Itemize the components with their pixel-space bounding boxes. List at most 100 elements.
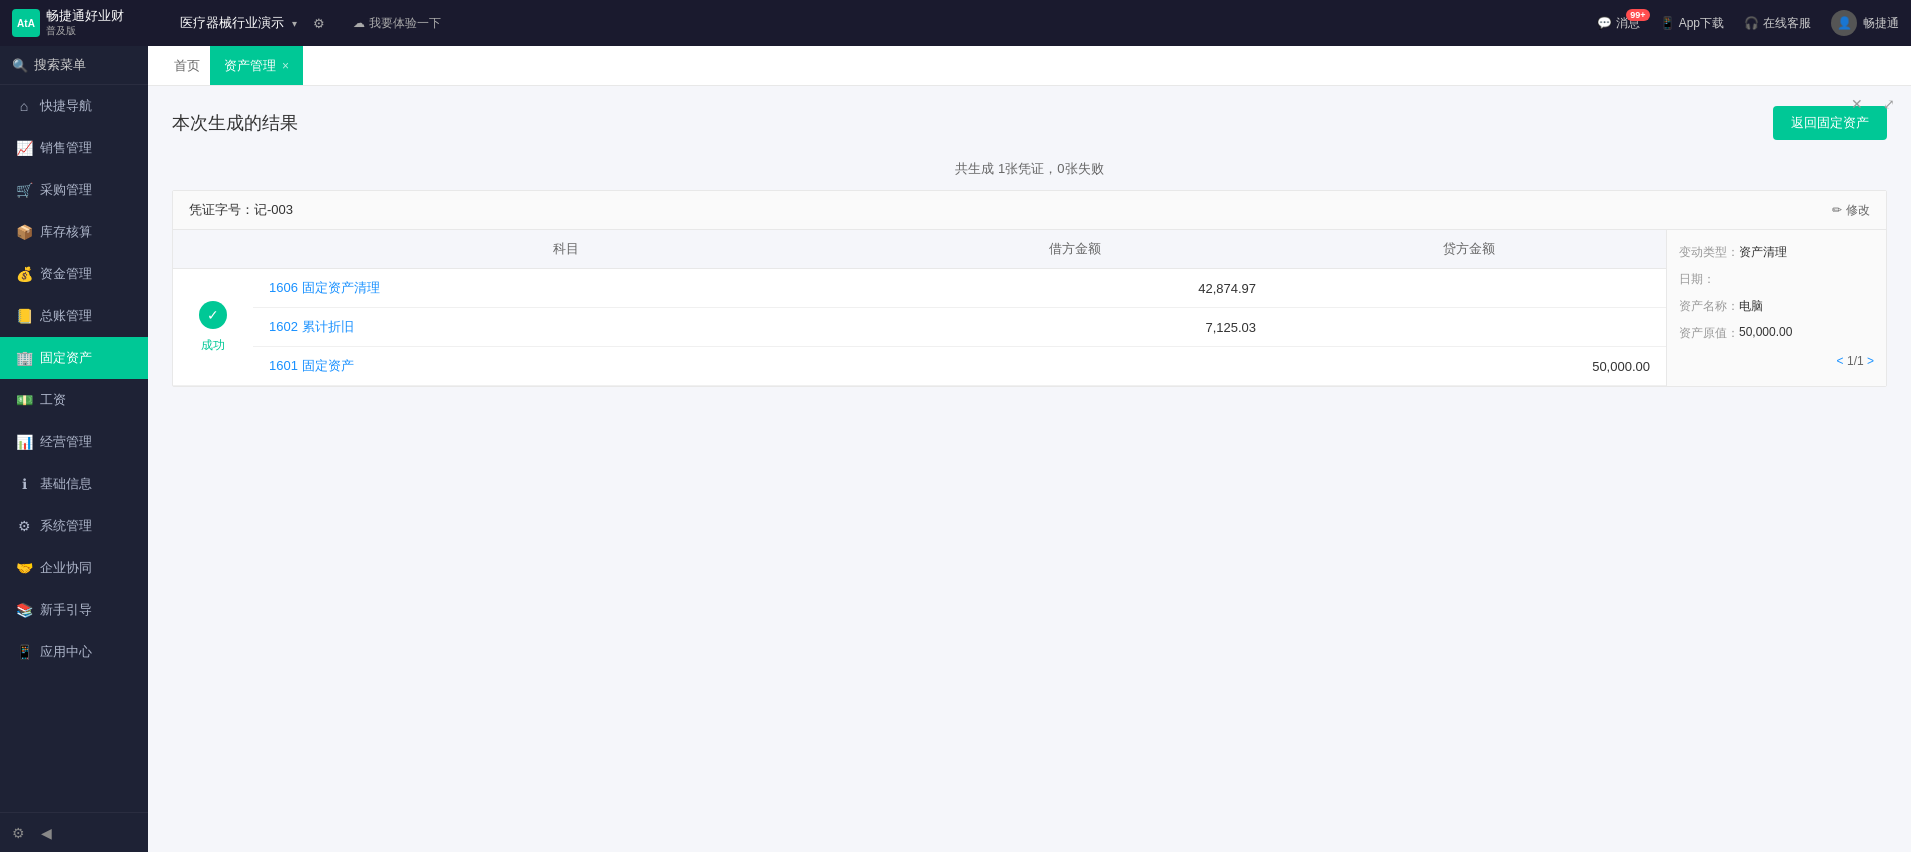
sidebar-item-basic-info[interactable]: ℹ 基础信息 [0,463,148,505]
app-download-icon: 📱 [1660,16,1675,30]
sidebar-item-label: 销售管理 [40,139,92,157]
online-service-label: 在线客服 [1763,15,1811,32]
settings-icon[interactable]: ⚙ [305,9,333,37]
sidebar: 🔍 搜索菜单 ⌂ 快捷导航 📈 销售管理 🛒 采购管理 📦 库存核算 💰 资金管… [0,46,148,852]
panel-pagination: < 1/1 > [1679,354,1874,368]
prev-page-icon[interactable]: < [1837,354,1844,368]
footer-collapse-icon[interactable]: ◀ [41,825,52,841]
online-service-action[interactable]: 🎧 在线客服 [1744,15,1811,32]
page-content: ✕ ⤢ 本次生成的结果 返回固定资产 共生成 1张凭证，0张失败 凭证字号：记-… [148,86,1911,852]
row1-subject: 1606 固定资产清理 [253,269,878,308]
enterprise-icon: 🤝 [16,560,32,576]
inventory-icon: 📦 [16,224,32,240]
pagination-info: 1/1 [1847,354,1867,368]
company-dropdown-icon[interactable]: ▾ [292,18,297,29]
message-action[interactable]: 💬 消息 99+ [1597,15,1640,32]
sidebar-item-label: 经营管理 [40,433,92,451]
asset-name-value: 电脑 [1739,298,1763,315]
voucher-section: 凭证字号：记-003 ✏ 修改 科目 [172,190,1887,387]
sidebar-item-label: 企业协同 [40,559,92,577]
edit-link[interactable]: ✏ 修改 [1832,202,1870,219]
sidebar-item-label: 固定资产 [40,349,92,367]
sidebar-item-enterprise[interactable]: 🤝 企业协同 [0,547,148,589]
table-row: 1602 累计折旧 7,125.03 [173,308,1666,347]
table-row: 1601 固定资产 50,000.00 [173,347,1666,386]
purchase-icon: 🛒 [16,182,32,198]
tab-home[interactable]: 首页 [164,46,210,85]
success-label: 成功 [201,337,225,354]
sidebar-item-purchase[interactable]: 🛒 采购管理 [0,169,148,211]
logo-text: 畅捷通好业财 [46,8,124,24]
col-debit: 借方金额 [878,230,1272,269]
edit-label: 修改 [1846,202,1870,219]
row1-debit: 42,874.97 [878,269,1272,308]
change-type-value: 资产清理 [1739,244,1787,261]
col-status [173,230,253,269]
top-bar-right: 💬 消息 99+ 📱 App下载 🎧 在线客服 👤 畅捷通 [1597,10,1899,36]
close-window-button[interactable]: ✕ [1843,90,1871,118]
voucher-header: 凭证字号：记-003 ✏ 修改 [173,191,1886,230]
sidebar-item-payroll[interactable]: 💵 工资 [0,379,148,421]
sidebar-item-quick-nav[interactable]: ⌂ 快捷导航 [0,85,148,127]
col-subject: 科目 [253,230,878,269]
success-icon: ✓ [199,301,227,329]
sidebar-item-app-center[interactable]: 📱 应用中心 [0,631,148,673]
home-icon: ⌂ [16,98,32,114]
voucher-body: 科目 借方金额 贷方金额 ✓ 成 [173,230,1886,386]
sidebar-search[interactable]: 🔍 搜索菜单 [0,46,148,85]
col-credit: 贷方金额 [1272,230,1666,269]
sidebar-item-ledger[interactable]: 📒 总账管理 [0,295,148,337]
message-icon: 💬 [1597,16,1612,30]
sales-icon: 📈 [16,140,32,156]
sidebar-item-capital[interactable]: 💰 资金管理 [0,253,148,295]
app-download-action[interactable]: 📱 App下载 [1660,15,1724,32]
tab-home-label: 首页 [174,57,200,75]
experience-button[interactable]: ☁ 我要体验一下 [353,15,441,32]
date-label: 日期： [1679,271,1735,288]
summary-text: 共生成 1张凭证，0张失败 [172,160,1887,178]
content-area: 首页 资产管理 × ✕ ⤢ 本次生成的结果 返回固定资产 共生成 1张凭证，0张… [148,46,1911,852]
top-bar-center: 医疗器械行业演示 ▾ ⚙ ☁ 我要体验一下 [160,9,1597,37]
app-logo: AtA 畅捷通好业财 普及版 [12,8,160,38]
search-icon: 🔍 [12,58,28,73]
basic-info-icon: ℹ [16,476,32,492]
panel-change-type-row: 变动类型： 资产清理 [1679,244,1874,261]
sidebar-item-operations[interactable]: 📊 经营管理 [0,421,148,463]
sidebar-item-label: 库存核算 [40,223,92,241]
tab-asset-management[interactable]: 资产管理 × [210,46,303,85]
search-label: 搜索菜单 [34,56,86,74]
panel-date-row: 日期： [1679,271,1874,288]
sidebar-item-label: 系统管理 [40,517,92,535]
next-page-icon[interactable]: > [1867,354,1874,368]
sidebar-item-sales[interactable]: 📈 销售管理 [0,127,148,169]
maximize-window-button[interactable]: ⤢ [1875,90,1903,118]
logo-icon: AtA [12,9,40,37]
sidebar-item-system[interactable]: ⚙ 系统管理 [0,505,148,547]
edit-icon: ✏ [1832,203,1842,217]
sidebar-item-label: 总账管理 [40,307,92,325]
tab-close-icon[interactable]: × [282,59,289,73]
row2-credit [1272,308,1666,347]
experience-icon: ☁ [353,16,365,30]
footer-settings-icon[interactable]: ⚙ [12,825,25,841]
company-name: 医疗器械行业演示 [180,14,284,32]
sidebar-item-inventory[interactable]: 📦 库存核算 [0,211,148,253]
sidebar-item-label: 采购管理 [40,181,92,199]
username: 畅捷通 [1863,15,1899,32]
window-controls: ✕ ⤢ [1843,90,1903,118]
user-info[interactable]: 👤 畅捷通 [1831,10,1899,36]
voucher-no: 凭证字号：记-003 [189,201,293,219]
panel-asset-value-row: 资产原值： 50,000.00 [1679,325,1874,342]
ledger-icon: 📒 [16,308,32,324]
sidebar-item-guide[interactable]: 📚 新手引导 [0,589,148,631]
app-download-label: App下载 [1679,15,1724,32]
table-part: 科目 借方金额 贷方金额 ✓ 成 [173,230,1666,386]
asset-value-label: 资产原值： [1679,325,1739,342]
app-center-icon: 📱 [16,644,32,660]
row3-subject: 1601 固定资产 [253,347,878,386]
top-bar: AtA 畅捷通好业财 普及版 医疗器械行业演示 ▾ ⚙ ☁ 我要体验一下 💬 消… [0,0,1911,46]
sidebar-item-fixed-assets[interactable]: 🏢 固定资产 [0,337,148,379]
sidebar-item-label: 资金管理 [40,265,92,283]
sidebar-item-label: 基础信息 [40,475,92,493]
page-header: 本次生成的结果 返回固定资产 [172,106,1887,140]
